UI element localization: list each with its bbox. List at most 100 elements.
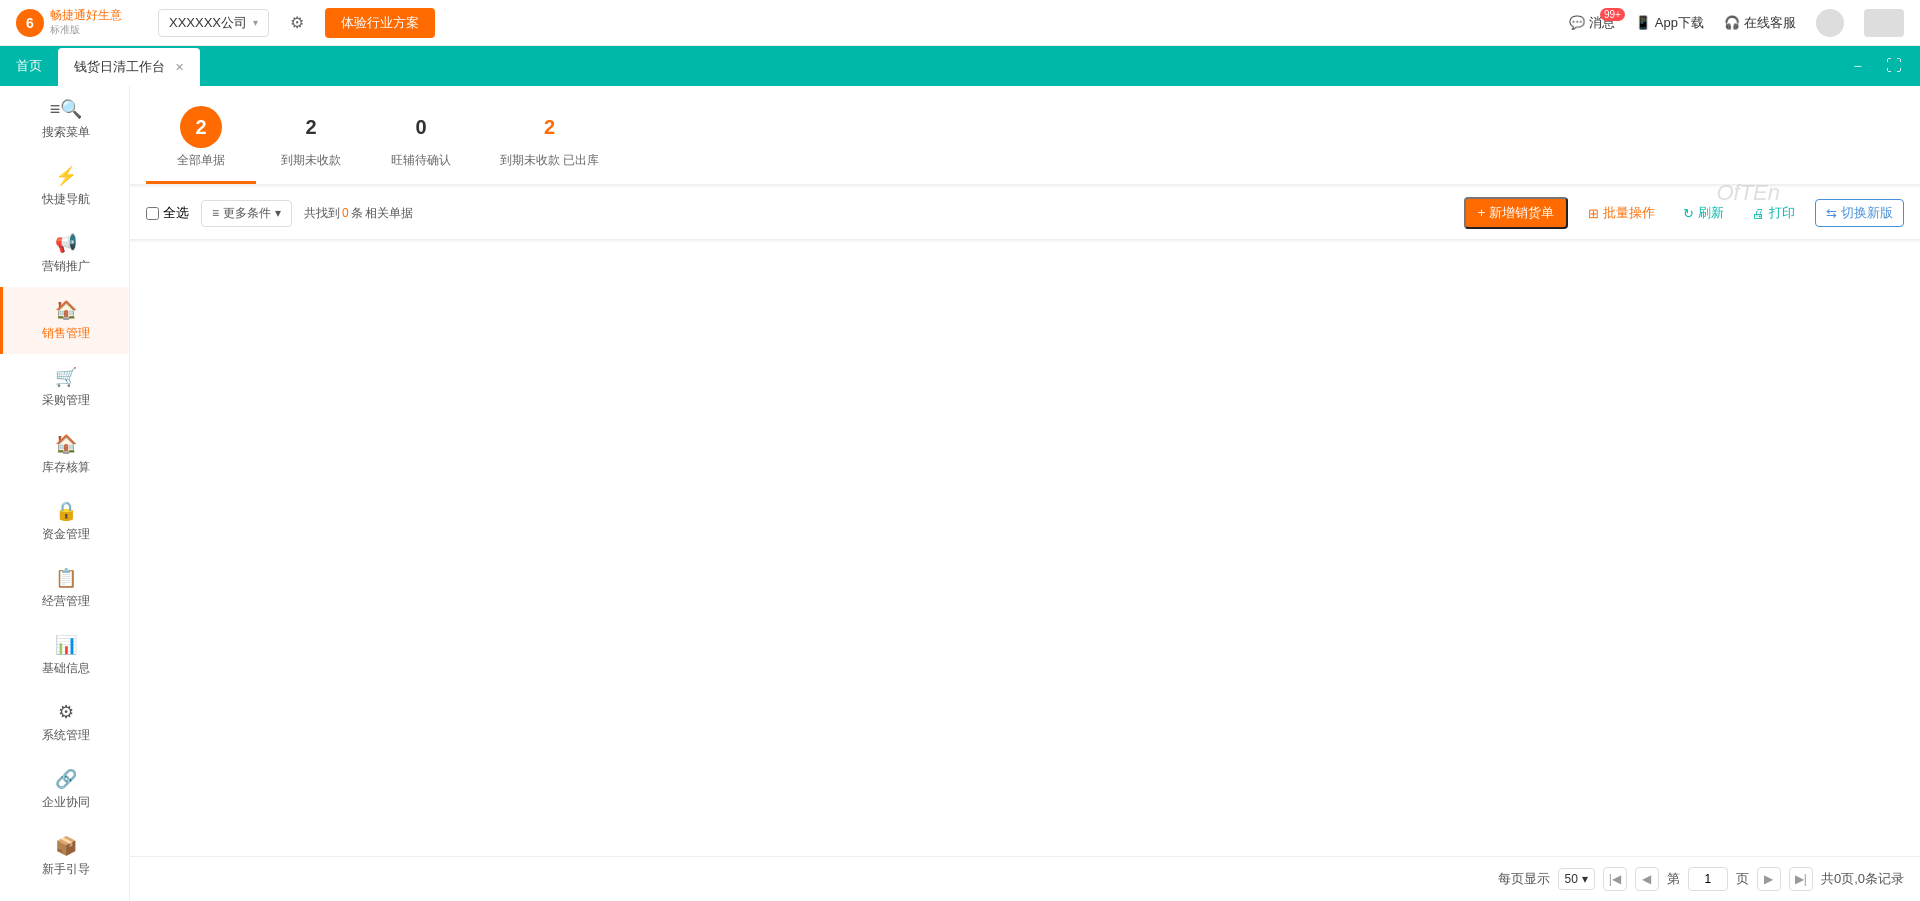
stat-tab-overdue[interactable]: 2 到期未收款 xyxy=(256,98,366,184)
inventory-icon: 🏠 xyxy=(55,433,77,455)
pagination-bar: 每页显示 50 ▾ |◀ ◀ 第 页 ▶ ▶| 共0页,0条记录 xyxy=(130,856,1920,901)
close-tab-icon[interactable]: ✕ xyxy=(175,61,184,74)
sidebar-item-label: 基础信息 xyxy=(42,660,90,677)
stat-wangfu-number: 0 xyxy=(415,106,426,148)
chevron-down-icon: ▾ xyxy=(253,17,258,28)
sidebar-item-label: 系统管理 xyxy=(42,727,90,744)
page-size-arrow: ▾ xyxy=(1582,872,1588,886)
filter-button[interactable]: ≡ 更多条件 ▾ xyxy=(201,200,292,227)
switch-version-button[interactable]: ⇆ 切换新版 xyxy=(1815,199,1904,227)
stat-overdue-out-label: 到期未收款 已出库 xyxy=(500,152,599,169)
print-icon: 🖨 xyxy=(1752,206,1765,221)
brand-sub: 标准版 xyxy=(50,23,122,37)
tab-home-label: 首页 xyxy=(16,57,42,75)
sidebar-item-label: 快捷导航 xyxy=(42,191,90,208)
stats-tabs: 2 全部单据 2 到期未收款 0 旺辅待确认 2 到期未收款 已出 xyxy=(130,86,1920,185)
company-selector[interactable]: XXXXXX公司 ▾ xyxy=(158,9,269,37)
sidebar-item-label: 销售管理 xyxy=(42,325,90,342)
page-size-value: 50 xyxy=(1565,872,1578,886)
user-name-area[interactable] xyxy=(1864,9,1904,37)
found-count-number: 0 xyxy=(342,206,349,220)
tab-daily-work-label: 钱货日清工作台 xyxy=(74,58,165,76)
table-area xyxy=(130,242,1920,856)
sidebar-item-system[interactable]: ⚙ 系统管理 xyxy=(0,689,129,756)
sidebar-item-tutorial[interactable]: 📦 新手引导 xyxy=(0,823,129,890)
online-service-action[interactable]: 🎧 在线客服 xyxy=(1724,14,1796,32)
settings-icon[interactable]: ⚙ xyxy=(281,7,313,39)
page-size-label: 每页显示 xyxy=(1498,870,1550,888)
stat-all-label: 全部单据 xyxy=(177,152,225,169)
sidebar-item-search[interactable]: ≡🔍 搜索菜单 xyxy=(0,86,129,153)
sidebar-item-label: 新手引导 xyxy=(42,861,90,878)
page-label-last: 页 xyxy=(1736,870,1749,888)
sidebar-item-label: 经营管理 xyxy=(42,593,90,610)
filter-icon: ≡ xyxy=(212,206,219,220)
sidebar-item-label: 搜索菜单 xyxy=(42,124,90,141)
sidebar-item-sales[interactable]: 🏠 销售管理 xyxy=(0,287,129,354)
stat-tab-overdue-out[interactable]: 2 到期未收款 已出库 xyxy=(476,98,623,184)
first-page-button[interactable]: |◀ xyxy=(1603,867,1627,891)
stat-overdue-out-number: 2 xyxy=(544,106,555,148)
page-label-first: 第 xyxy=(1667,870,1680,888)
switch-icon: ⇆ xyxy=(1826,206,1837,221)
maximize-icon[interactable]: ⛶ xyxy=(1880,52,1908,80)
marketing-icon: 📢 xyxy=(55,232,77,254)
sidebar-item-label: 库存核算 xyxy=(42,459,90,476)
search-menu-icon: ≡🔍 xyxy=(50,98,83,120)
sidebar-item-purchase[interactable]: 🛒 采购管理 xyxy=(0,354,129,421)
tab-daily-work[interactable]: 钱货日清工作台 ✕ xyxy=(58,48,200,86)
header-right: 💬 消息 99+ 📱 App下载 🎧 在线客服 xyxy=(1569,9,1904,37)
batch-icon: ⊞ xyxy=(1588,206,1599,221)
sidebar-item-label: 营销推广 xyxy=(42,258,90,275)
sidebar-item-finance[interactable]: 🔒 资金管理 xyxy=(0,488,129,555)
refresh-label: 刷新 xyxy=(1698,204,1724,222)
filter-arrow-icon: ▾ xyxy=(275,206,281,220)
avatar[interactable] xyxy=(1816,9,1844,37)
sidebar-item-label: 资金管理 xyxy=(42,526,90,543)
select-all-checkbox[interactable]: 全选 xyxy=(146,204,189,222)
sidebar-item-quick-nav[interactable]: ⚡ 快捷导航 xyxy=(0,153,129,220)
tab-home[interactable]: 首页 xyxy=(0,46,58,86)
headset-icon: 🎧 xyxy=(1724,15,1740,30)
current-page-input[interactable] xyxy=(1688,867,1728,891)
sidebar-item-app-center[interactable]: 🔔 应用中心 xyxy=(0,890,129,901)
header-left: 6 畅捷通好生意 标准版 XXXXXX公司 ▾ ⚙ 体验行业方案 xyxy=(16,7,435,39)
switch-label: 切换新版 xyxy=(1841,204,1893,222)
message-icon: 💬 xyxy=(1569,15,1585,30)
next-page-button[interactable]: ▶ xyxy=(1757,867,1781,891)
tutorial-icon: 📦 xyxy=(55,835,77,857)
operations-icon: 📋 xyxy=(55,567,77,589)
sidebar-item-label: 采购管理 xyxy=(42,392,90,409)
logo-area: 6 畅捷通好生意 标准版 xyxy=(16,8,146,38)
system-icon: ⚙ xyxy=(58,701,74,723)
filter-label: 更多条件 xyxy=(223,205,271,222)
app-download-action[interactable]: 📱 App下载 xyxy=(1635,14,1704,32)
minimize-icon[interactable]: － xyxy=(1844,52,1872,80)
batch-label: 批量操作 xyxy=(1603,204,1655,222)
print-label: 打印 xyxy=(1769,204,1795,222)
sidebar-item-operations[interactable]: 📋 经营管理 xyxy=(0,555,129,622)
prev-page-button[interactable]: ◀ xyxy=(1635,867,1659,891)
experience-button[interactable]: 体验行业方案 xyxy=(325,8,435,38)
sidebar-item-enterprise[interactable]: 🔗 企业协同 xyxy=(0,756,129,823)
select-all-input[interactable] xyxy=(146,207,159,220)
message-action[interactable]: 💬 消息 99+ xyxy=(1569,14,1615,32)
stat-overdue-number: 2 xyxy=(305,106,316,148)
add-sales-order-button[interactable]: + 新增销货单 xyxy=(1464,197,1568,229)
found-count-area: 共找到 0 条 相关单据 xyxy=(304,205,413,222)
batch-operation-button[interactable]: ⊞ 批量操作 xyxy=(1580,200,1663,226)
stat-tab-all[interactable]: 2 全部单据 xyxy=(146,98,256,184)
sidebar-item-marketing[interactable]: 📢 营销推广 xyxy=(0,220,129,287)
last-page-button[interactable]: ▶| xyxy=(1789,867,1813,891)
brand-name: 畅捷通好生意 xyxy=(50,8,122,24)
page-size-selector[interactable]: 50 ▾ xyxy=(1558,868,1595,890)
sidebar-item-inventory[interactable]: 🏠 库存核算 xyxy=(0,421,129,488)
logo-icon: 6 xyxy=(16,9,44,37)
select-all-label: 全选 xyxy=(163,204,189,222)
stat-tab-wangfu[interactable]: 0 旺辅待确认 xyxy=(366,98,476,184)
print-button[interactable]: 🖨 打印 xyxy=(1744,200,1803,226)
refresh-button[interactable]: ↻ 刷新 xyxy=(1675,200,1732,226)
company-name: XXXXXX公司 xyxy=(169,14,247,32)
sidebar-item-basic-info[interactable]: 📊 基础信息 xyxy=(0,622,129,689)
content-area: 2 全部单据 2 到期未收款 0 旺辅待确认 2 到期未收款 已出 xyxy=(130,86,1920,901)
